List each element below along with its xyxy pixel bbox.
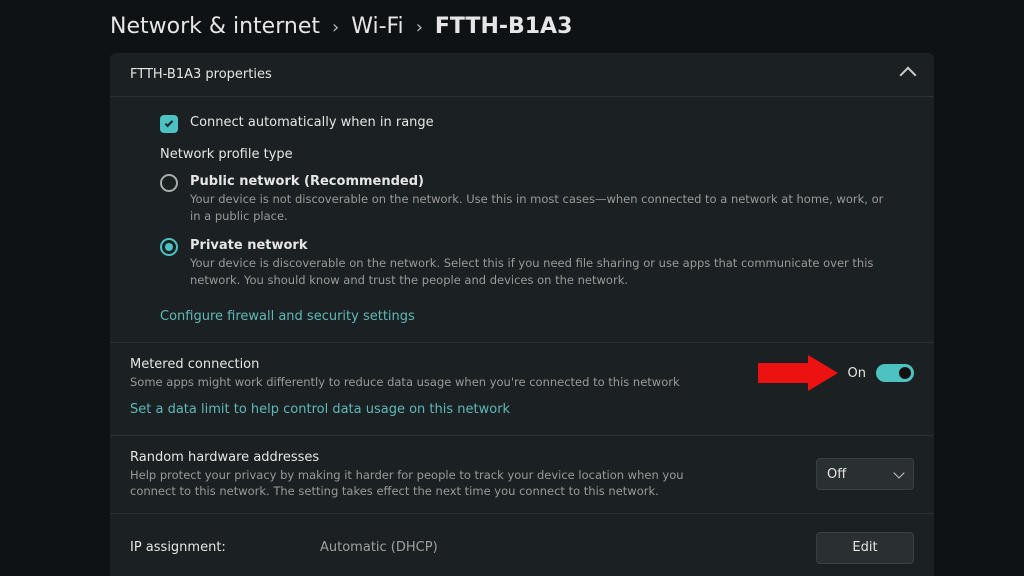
data-limit-link[interactable]: Set a data limit to help control data us… <box>130 402 510 417</box>
breadcrumb-network[interactable]: Network & internet <box>110 14 320 39</box>
breadcrumb: Network & internet › Wi-Fi › FTTH-B1A3 <box>0 14 1024 53</box>
properties-title: FTTH-B1A3 properties <box>130 67 272 82</box>
breadcrumb-wifi[interactable]: Wi-Fi <box>351 14 404 39</box>
divider <box>110 435 934 436</box>
divider <box>110 342 934 343</box>
network-profile-heading: Network profile type <box>160 147 914 162</box>
private-network-desc: Your device is discoverable on the netwo… <box>190 255 890 288</box>
chevron-down-icon <box>893 467 904 478</box>
ip-label: IP assignment: <box>130 540 320 555</box>
auto-connect-label: Connect automatically when in range <box>190 115 434 130</box>
metered-title: Metered connection <box>130 357 680 372</box>
random-hw-title: Random hardware addresses <box>130 450 730 465</box>
firewall-settings-link[interactable]: Configure firewall and security settings <box>160 309 415 324</box>
random-hw-desc: Help protect your privacy by making it h… <box>130 467 730 499</box>
random-hw-dropdown[interactable]: Off <box>816 458 914 490</box>
metered-toggle[interactable] <box>876 364 914 382</box>
metered-desc: Some apps might work differently to redu… <box>130 374 680 390</box>
public-network-desc: Your device is not discoverable on the n… <box>190 191 890 224</box>
divider <box>110 513 934 514</box>
chevron-right-icon: › <box>416 17 423 38</box>
check-icon <box>165 119 173 127</box>
public-network-label: Public network (Recommended) <box>190 174 890 189</box>
random-hw-state: Off <box>827 467 846 482</box>
chevron-up-icon <box>900 66 917 83</box>
ip-value: Automatic (DHCP) <box>320 540 816 555</box>
properties-panel: FTTH-B1A3 properties Connect automatical… <box>110 53 934 576</box>
ip-edit-button[interactable]: Edit <box>816 532 914 564</box>
breadcrumb-current: FTTH-B1A3 <box>435 14 573 39</box>
private-network-radio[interactable] <box>160 238 178 256</box>
annotation-arrow-icon <box>758 355 838 391</box>
auto-connect-checkbox[interactable] <box>160 115 178 133</box>
private-network-label: Private network <box>190 238 890 253</box>
metered-toggle-state: On <box>848 366 866 381</box>
properties-header[interactable]: FTTH-B1A3 properties <box>110 53 934 97</box>
chevron-right-icon: › <box>332 17 339 38</box>
public-network-radio[interactable] <box>160 174 178 192</box>
